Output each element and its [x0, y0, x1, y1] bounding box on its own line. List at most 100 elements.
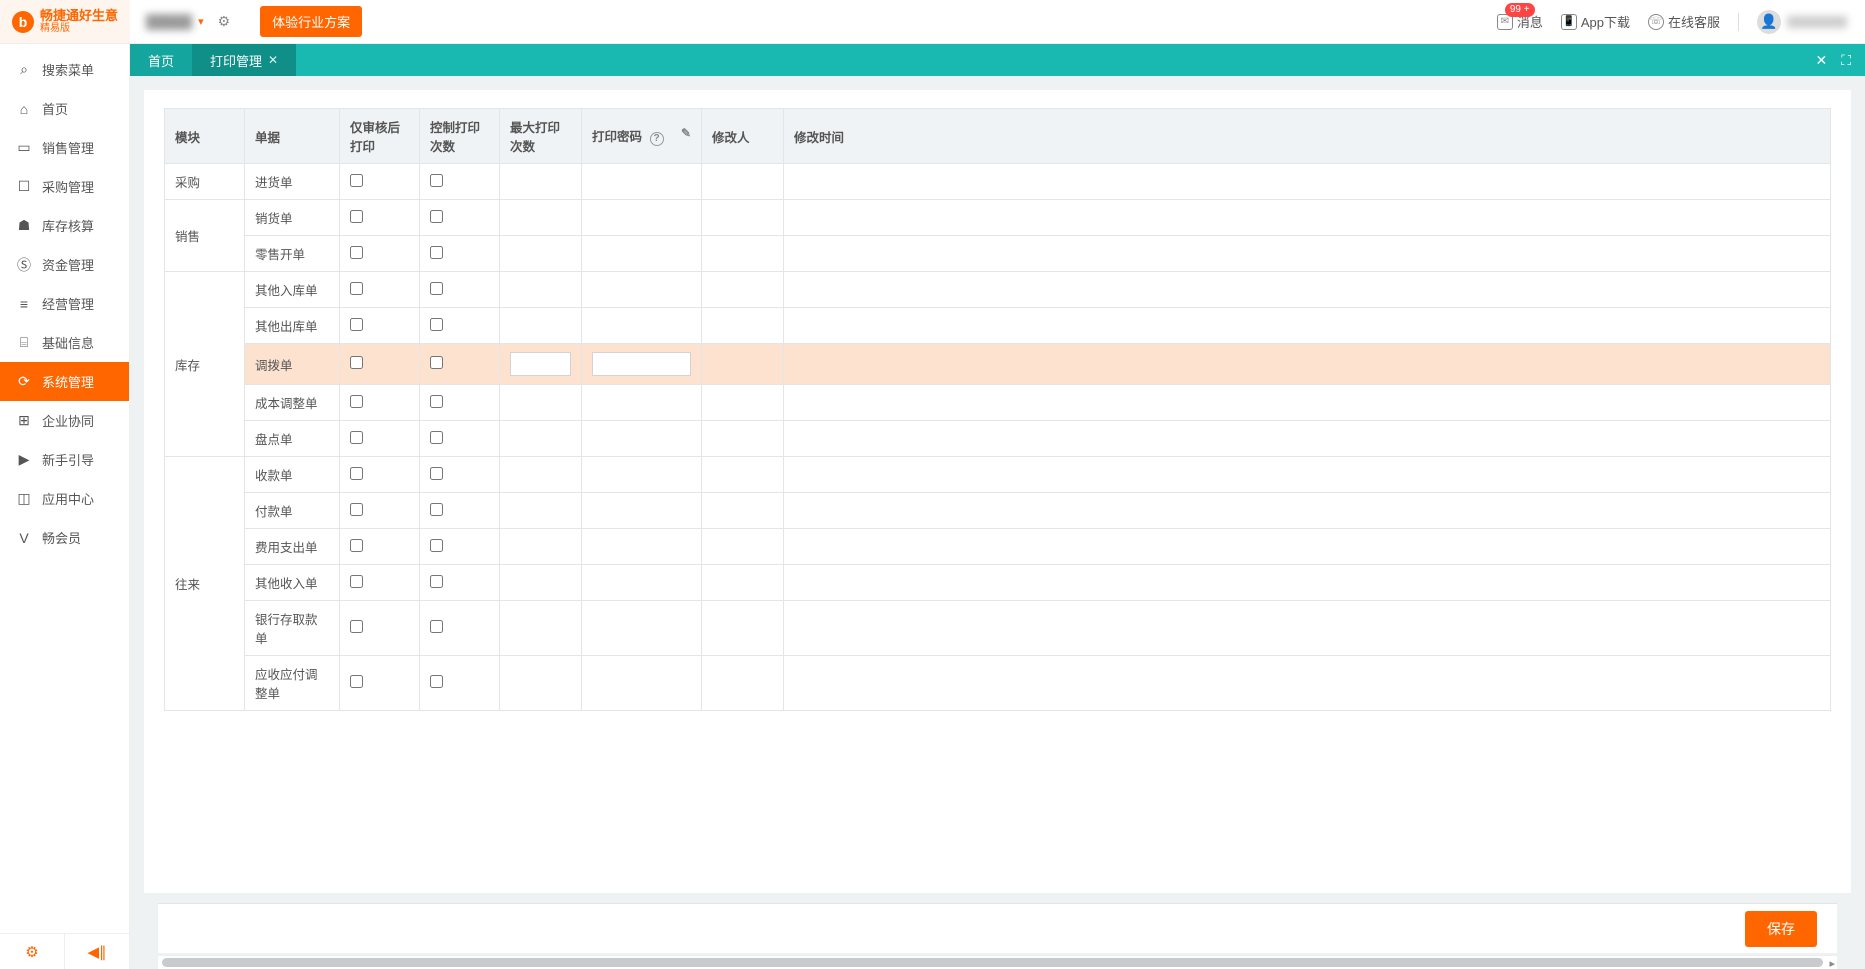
horizontal-scrollbar[interactable]: ▸: [158, 955, 1837, 969]
cell-modifier: [702, 457, 784, 493]
scrollbar-thumb[interactable]: [162, 958, 1823, 967]
cell-module: 往来: [165, 457, 245, 711]
cell-pwd: [582, 308, 702, 344]
chevron-down-icon: ▾: [198, 15, 204, 28]
promo-button[interactable]: 体验行业方案: [260, 6, 362, 37]
sidebar-item-icon: ▶: [16, 452, 32, 468]
sidebar-item-icon: Ⓢ: [16, 257, 32, 273]
checkbox-ctrl-count[interactable]: [430, 503, 443, 516]
checkbox-ctrl-count[interactable]: [430, 174, 443, 187]
cell-modifier: [702, 421, 784, 457]
table-row: 付款单: [165, 493, 1831, 529]
checkbox-audit-only[interactable]: [350, 356, 363, 369]
sidebar-item-2[interactable]: ▭销售管理: [0, 128, 129, 167]
sidebar-settings-button[interactable]: ⚙: [0, 934, 64, 969]
save-button[interactable]: 保存: [1745, 911, 1817, 947]
cell-audit: [340, 164, 420, 200]
sidebar-item-8[interactable]: ⟳系统管理: [0, 362, 129, 401]
sidebar-item-7[interactable]: ⌸基础信息: [0, 323, 129, 362]
cell-audit: [340, 457, 420, 493]
checkbox-ctrl-count[interactable]: [430, 539, 443, 552]
table-row: 应收应付调整单: [165, 656, 1831, 711]
checkbox-audit-only[interactable]: [350, 575, 363, 588]
scroll-right-icon[interactable]: ▸: [1829, 957, 1835, 969]
cell-modifier: [702, 236, 784, 272]
gear-icon[interactable]: ⚙: [218, 13, 231, 30]
table-row: 调拨单: [165, 344, 1831, 385]
cell-max: [500, 565, 582, 601]
checkbox-audit-only[interactable]: [350, 431, 363, 444]
checkbox-audit-only[interactable]: [350, 503, 363, 516]
sidebar-item-label: 采购管理: [42, 177, 94, 196]
checkbox-ctrl-count[interactable]: [430, 675, 443, 688]
checkbox-ctrl-count[interactable]: [430, 246, 443, 259]
cell-audit: [340, 601, 420, 656]
sidebar-item-12[interactable]: V畅会员: [0, 518, 129, 557]
checkbox-audit-only[interactable]: [350, 210, 363, 223]
checkbox-ctrl-count[interactable]: [430, 210, 443, 223]
sidebar-item-label: 系统管理: [42, 372, 94, 391]
fullscreen-icon[interactable]: ⛶: [1841, 52, 1851, 69]
checkbox-ctrl-count[interactable]: [430, 575, 443, 588]
cell-doc: 其他入库单: [245, 272, 340, 308]
sidebar-item-label: 搜索菜单: [42, 60, 94, 79]
cell-pwd: [582, 344, 702, 385]
logo-icon: b: [12, 11, 34, 33]
sidebar-item-4[interactable]: ☗库存核算: [0, 206, 129, 245]
input-max-count[interactable]: [510, 352, 571, 376]
input-password[interactable]: [592, 352, 691, 376]
checkbox-audit-only[interactable]: [350, 174, 363, 187]
sidebar-item-10[interactable]: ▶新手引导: [0, 440, 129, 479]
cell-modifier: [702, 601, 784, 656]
cell-ctrl: [420, 457, 500, 493]
checkbox-audit-only[interactable]: [350, 318, 363, 331]
sidebar-item-label: 销售管理: [42, 138, 94, 157]
checkbox-audit-only[interactable]: [350, 282, 363, 295]
checkbox-ctrl-count[interactable]: [430, 318, 443, 331]
sidebar-collapse-button[interactable]: ◀∥: [64, 934, 129, 969]
sidebar-item-0[interactable]: ⌕搜索菜单: [0, 50, 129, 89]
sidebar-item-label: 畅会员: [42, 528, 81, 547]
topbar-app-download[interactable]: 📱 App下载: [1561, 12, 1630, 31]
checkbox-ctrl-count[interactable]: [430, 282, 443, 295]
tenant-select[interactable]: █████ ▾ ⚙: [130, 13, 246, 30]
th-modifier: 修改人: [702, 109, 784, 164]
checkbox-ctrl-count[interactable]: [430, 356, 443, 369]
sidebar-item-1[interactable]: ⌂首页: [0, 89, 129, 128]
cell-ctrl: [420, 308, 500, 344]
checkbox-ctrl-count[interactable]: [430, 431, 443, 444]
tabs-close-all-icon[interactable]: ✕: [1815, 52, 1827, 69]
topbar-online-service[interactable]: ☏ 在线客服: [1648, 12, 1720, 31]
checkbox-audit-only[interactable]: [350, 620, 363, 633]
cell-pwd: [582, 529, 702, 565]
sidebar-item-11[interactable]: ◫应用中心: [0, 479, 129, 518]
tab-home[interactable]: 首页: [130, 44, 192, 76]
checkbox-ctrl-count[interactable]: [430, 620, 443, 633]
topbar: b 畅捷通好生意 精易版 █████ ▾ ⚙ 体验行业方案 ✉ 99 + 消息 …: [0, 0, 1865, 44]
cell-mod-time: [784, 200, 1831, 236]
topbar-user[interactable]: 👤: [1757, 10, 1847, 34]
sidebar-item-3[interactable]: ☐采购管理: [0, 167, 129, 206]
checkbox-audit-only[interactable]: [350, 246, 363, 259]
topbar-messages[interactable]: ✉ 99 + 消息: [1497, 12, 1543, 31]
checkbox-audit-only[interactable]: [350, 395, 363, 408]
cell-module: 采购: [165, 164, 245, 200]
close-icon[interactable]: ✕: [268, 53, 278, 67]
checkbox-ctrl-count[interactable]: [430, 467, 443, 480]
checkbox-ctrl-count[interactable]: [430, 395, 443, 408]
cell-modifier: [702, 308, 784, 344]
cell-max: [500, 457, 582, 493]
checkbox-audit-only[interactable]: [350, 675, 363, 688]
cell-max: [500, 164, 582, 200]
checkbox-audit-only[interactable]: [350, 539, 363, 552]
checkbox-audit-only[interactable]: [350, 467, 363, 480]
edit-icon[interactable]: ✎: [681, 126, 691, 140]
sidebar-item-5[interactable]: Ⓢ资金管理: [0, 245, 129, 284]
cell-max: [500, 308, 582, 344]
help-icon[interactable]: ?: [650, 132, 664, 146]
th-password-label: 打印密码: [592, 130, 642, 144]
sidebar-item-6[interactable]: ≡经营管理: [0, 284, 129, 323]
tab-print-management[interactable]: 打印管理 ✕: [192, 44, 296, 76]
sidebar-item-9[interactable]: ⊞企业协同: [0, 401, 129, 440]
divider: [1738, 13, 1739, 31]
